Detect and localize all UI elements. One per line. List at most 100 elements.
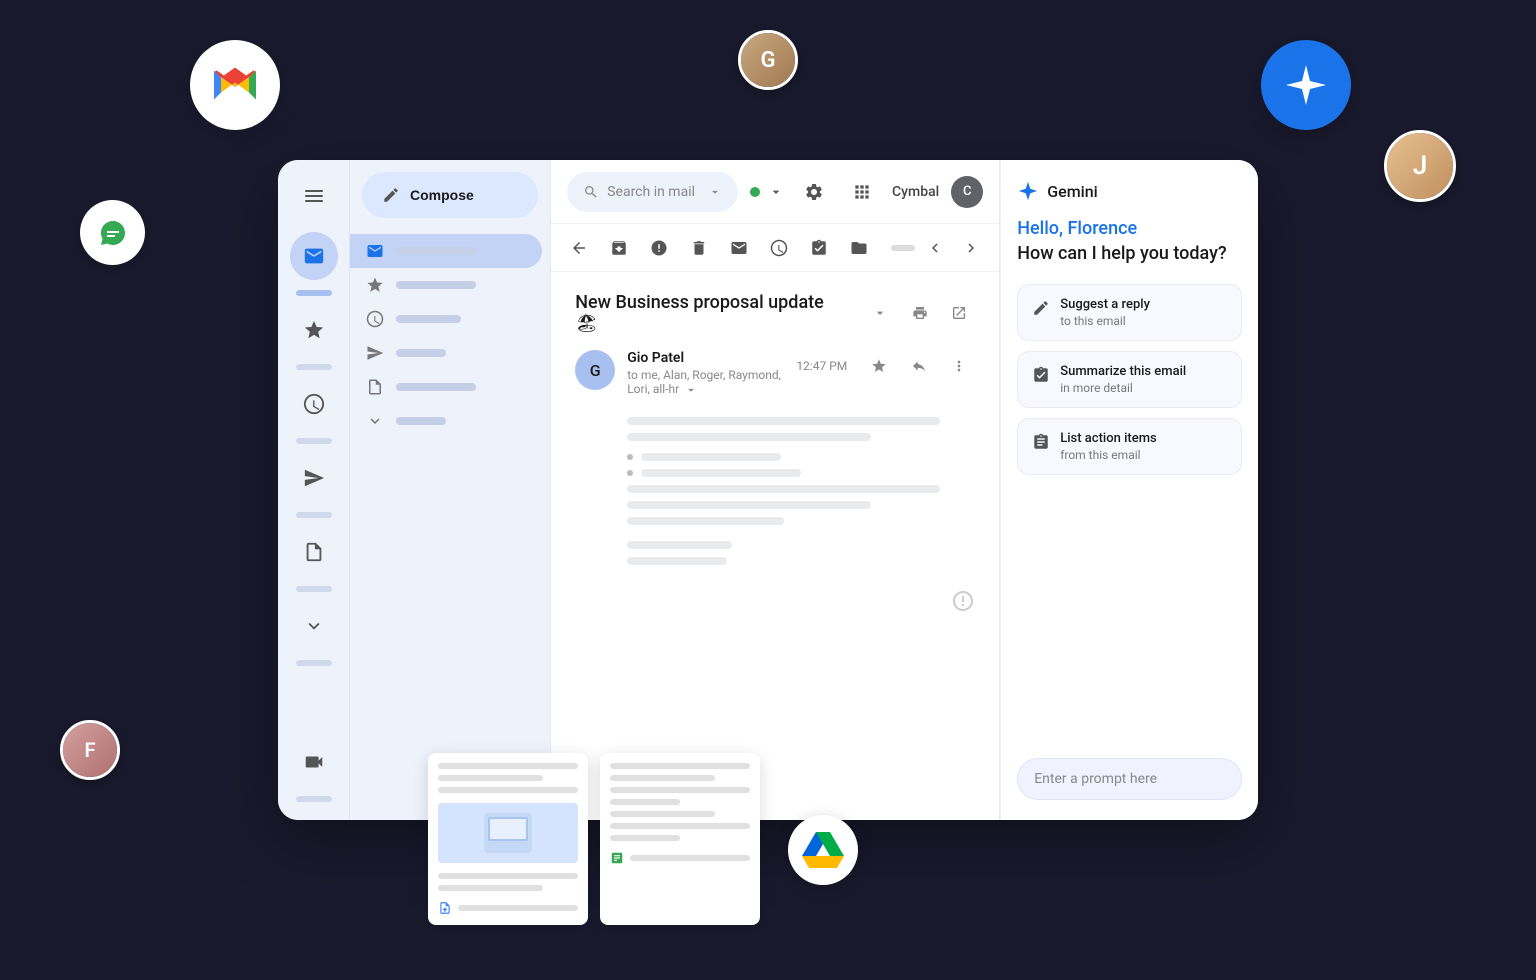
- gemini-input-placeholder: Enter a prompt here: [1034, 771, 1157, 787]
- signature-area: [575, 589, 975, 613]
- suggestion-title-1: Suggest a reply: [1060, 297, 1150, 312]
- email-action-buttons: 12:47 PM: [796, 350, 975, 382]
- mark-read-button[interactable]: [723, 232, 755, 264]
- signature-icon: [951, 589, 975, 613]
- nav-label-starred: [296, 364, 332, 370]
- snooze-button[interactable]: [763, 232, 795, 264]
- nav-sent-label: [396, 349, 446, 357]
- google-chat-icon-float: [80, 200, 145, 265]
- status-dropdown-icon[interactable]: [768, 184, 784, 200]
- compose-button[interactable]: Compose: [362, 172, 538, 218]
- compose-label: Compose: [410, 187, 474, 203]
- email-toolbar: [551, 224, 999, 272]
- print-button[interactable]: [904, 297, 936, 329]
- suggest-reply-icon: [1032, 299, 1050, 317]
- sidebar-item-drafts[interactable]: [290, 528, 338, 576]
- nav-inbox-label: [396, 247, 476, 255]
- nav-inbox[interactable]: [350, 234, 542, 268]
- suggestion-suggest-reply[interactable]: Suggest a reply to this email: [1017, 284, 1242, 341]
- sender-name: Gio Patel: [627, 350, 796, 366]
- menu-icon[interactable]: [294, 176, 334, 216]
- sidebar-item-sent[interactable]: [290, 454, 338, 502]
- email-area: Search in mail: [550, 160, 1000, 820]
- suggestion-sub-2: in more detail: [1060, 381, 1186, 395]
- gemini-greeting: Hello, Florence: [1017, 218, 1242, 239]
- gemini-prompt-input[interactable]: Enter a prompt here: [1017, 758, 1242, 800]
- gmail-logo-float: [190, 40, 280, 130]
- nav-drafts[interactable]: [350, 370, 542, 404]
- open-new-button[interactable]: [944, 297, 976, 329]
- two-panel: Compose: [350, 160, 1258, 820]
- search-bar[interactable]: Search in mail: [567, 172, 738, 212]
- doc-card-1[interactable]: [428, 753, 588, 925]
- body-line-3: [627, 485, 940, 493]
- apps-icon: [852, 182, 872, 202]
- prev-email-button[interactable]: [919, 232, 951, 264]
- app-window: Compose: [278, 160, 1258, 820]
- bullet-2: [627, 469, 975, 477]
- nav-more[interactable]: [350, 404, 542, 438]
- avatar-top-center: G: [738, 30, 798, 90]
- back-button[interactable]: [563, 232, 595, 264]
- paging-controls: [891, 232, 987, 264]
- header-icons: Cymbal C: [750, 174, 983, 210]
- sidebar-item-inbox[interactable]: [290, 232, 338, 280]
- avatar-left-bottom: F: [60, 720, 120, 780]
- tasks-button[interactable]: [803, 232, 835, 264]
- sidebar-item-video[interactable]: [290, 738, 338, 786]
- user-avatar[interactable]: C: [951, 176, 983, 208]
- sender-info: Gio Patel to me, Alan, Roger, Raymond, L…: [627, 350, 796, 397]
- gemini-title: Gemini: [1047, 182, 1097, 201]
- nav-starred-label: [396, 281, 476, 289]
- gemini-logo-float: [1261, 40, 1351, 130]
- search-dropdown-icon[interactable]: [708, 185, 722, 199]
- google-drive-logo-float: [788, 815, 858, 885]
- move-button[interactable]: [843, 232, 875, 264]
- nav-sent[interactable]: [350, 336, 542, 370]
- more-button[interactable]: [943, 350, 975, 382]
- apps-button[interactable]: [844, 174, 880, 210]
- nav-snoozed[interactable]: [350, 302, 542, 336]
- suggestion-sub-3: from this email: [1060, 448, 1156, 462]
- status-indicator: [750, 187, 760, 197]
- sender-avatar: G: [575, 350, 615, 390]
- sidebar-item-starred[interactable]: [290, 306, 338, 354]
- suggestion-list-action-items[interactable]: List action items from this email: [1017, 418, 1242, 475]
- doc-card-2[interactable]: [600, 753, 760, 925]
- settings-button[interactable]: [796, 174, 832, 210]
- list-action-icon: [1032, 433, 1050, 451]
- suggestion-summarize-email[interactable]: Summarize this email in more detail: [1017, 351, 1242, 408]
- next-email-button[interactable]: [955, 232, 987, 264]
- avatar-right: J: [1384, 130, 1456, 202]
- sidebar-item-snoozed[interactable]: [290, 380, 338, 428]
- email-time: 12:47 PM: [796, 359, 847, 373]
- gemini-panel: Gemini Hello, Florence How can I help yo…: [1000, 160, 1258, 820]
- body-line-6: [627, 541, 731, 549]
- drive-docs-overlay: [428, 753, 760, 925]
- nav-label-sent: [296, 512, 332, 518]
- suggestion-title-2: Summarize this email: [1060, 364, 1186, 379]
- spam-button[interactable]: [643, 232, 675, 264]
- nav-more-label: [396, 417, 446, 425]
- doc-footer-1: [438, 901, 578, 915]
- email-header: Search in mail: [551, 160, 999, 224]
- recipients-dropdown-icon[interactable]: [684, 383, 698, 397]
- reply-button[interactable]: [903, 350, 935, 382]
- nav-label-video: [296, 796, 332, 802]
- doc-footer-2: [610, 851, 750, 865]
- email-content: New Business proposal update 🏖 G: [551, 272, 999, 820]
- nav-label-more: [296, 660, 332, 666]
- sidebar-item-more[interactable]: [290, 602, 338, 650]
- archive-button[interactable]: [603, 232, 635, 264]
- suggestion-text-3: List action items from this email: [1060, 431, 1156, 462]
- suggestion-sub-1: to this email: [1060, 314, 1150, 328]
- suggestion-text-2: Summarize this email in more detail: [1060, 364, 1186, 395]
- expand-button[interactable]: [864, 297, 896, 329]
- delete-button[interactable]: [683, 232, 715, 264]
- nav-snoozed-label: [396, 315, 461, 323]
- gemini-header: Gemini: [1017, 180, 1242, 202]
- nav-starred[interactable]: [350, 268, 542, 302]
- star-button[interactable]: [863, 350, 895, 382]
- search-icon: [583, 184, 599, 200]
- search-placeholder: Search in mail: [607, 184, 700, 200]
